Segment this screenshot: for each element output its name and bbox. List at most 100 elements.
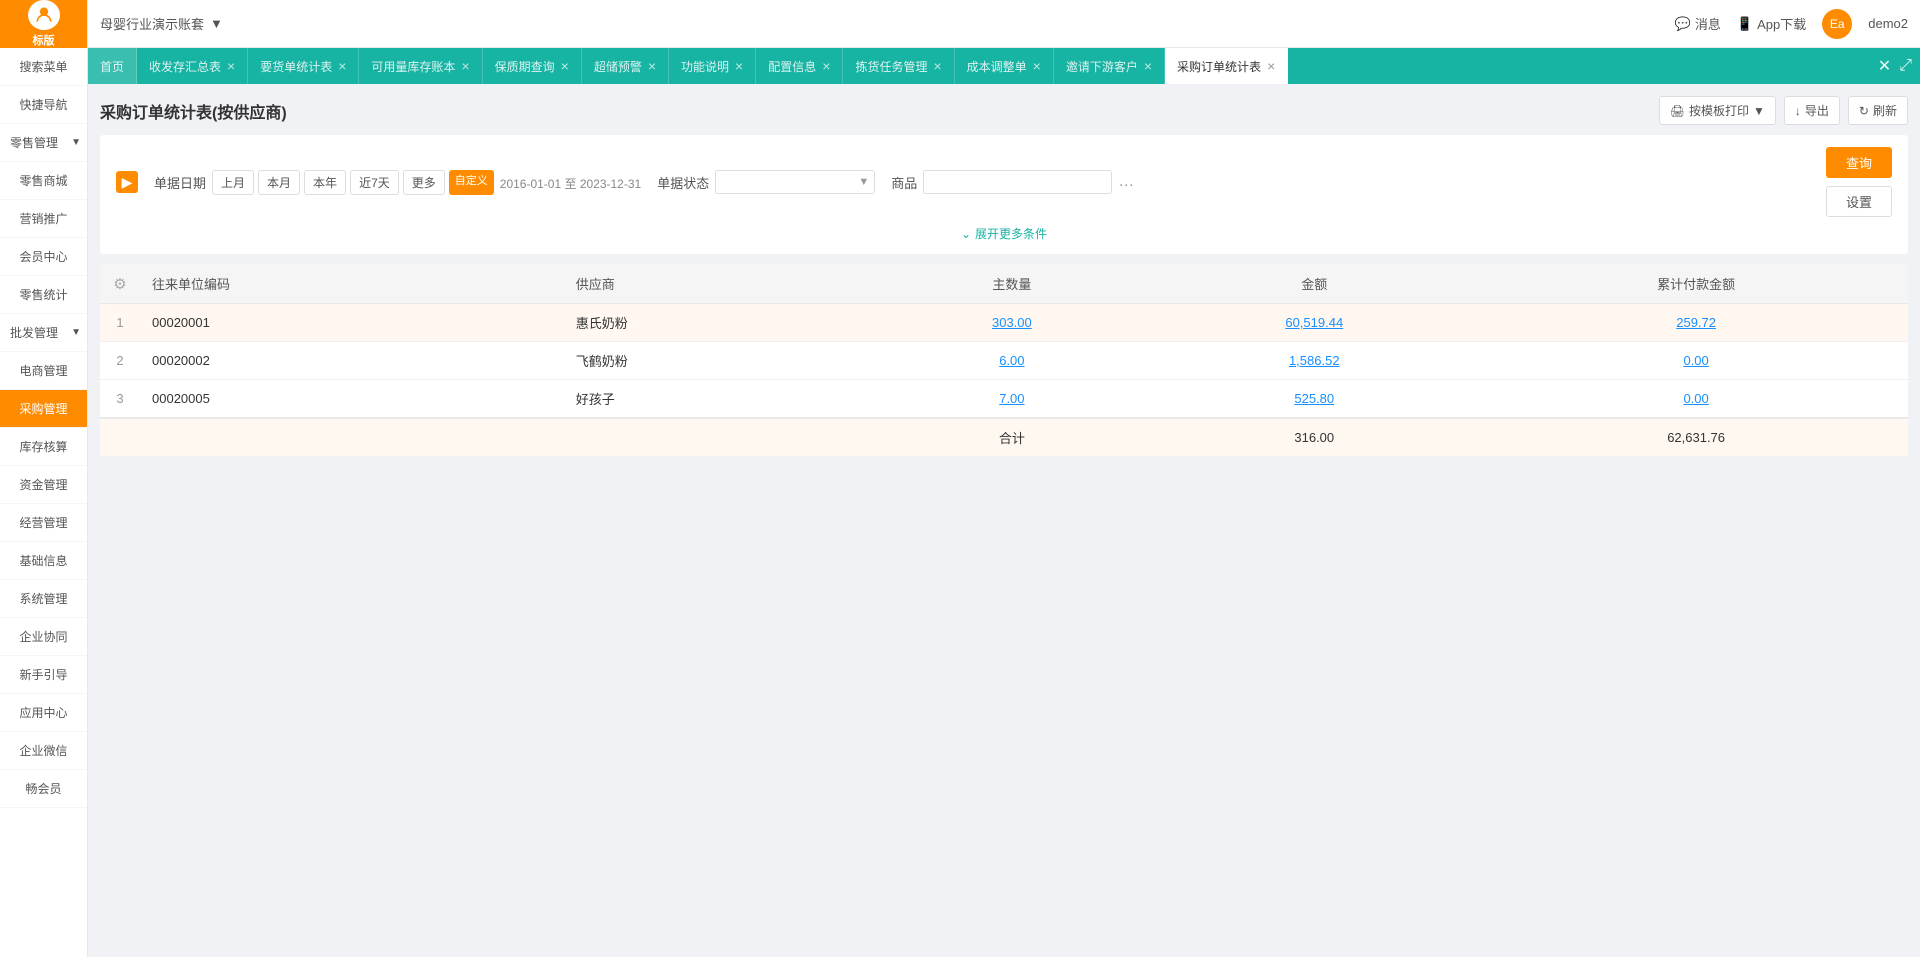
message-btn[interactable]: 💬 消息	[1675, 14, 1721, 33]
tab-8[interactable]: 拣货任务管理 ×	[843, 48, 954, 84]
filter-toggle-btn[interactable]: ▶	[116, 171, 138, 193]
sidebar-item-8[interactable]: 电商管理	[0, 352, 87, 390]
col-qty: 主数量	[879, 264, 1144, 304]
tab-1[interactable]: 收发存汇总表×	[137, 48, 248, 84]
tab-6[interactable]: 功能说明×	[669, 48, 756, 84]
sidebar-item-14[interactable]: 系统管理	[0, 580, 87, 618]
goods-label: 商品	[891, 173, 917, 192]
tab-close-4[interactable]: ×	[561, 59, 569, 73]
tab-close-10[interactable]: ×	[1144, 59, 1152, 73]
tab-label-9: 成本调整单	[967, 58, 1027, 75]
sidebar-item-label-9: 采购管理	[19, 400, 67, 417]
row-amount[interactable]: 60,519.44	[1144, 304, 1484, 342]
tab-3[interactable]: 可用量库存账本 ×	[359, 48, 482, 84]
tab-10[interactable]: 邀请下游客户×	[1054, 48, 1165, 84]
more-btn[interactable]: 更多	[403, 170, 445, 195]
print-button[interactable]: 🖨 按模板打印 ▼	[1659, 96, 1776, 125]
status-select-wrap: ▼	[715, 170, 875, 194]
last-month-btn[interactable]: 上月	[212, 170, 254, 195]
goods-input[interactable]	[923, 170, 1112, 194]
tab-4[interactable]: 保质期查询×	[483, 48, 582, 84]
tab-close-9[interactable]: ×	[1033, 59, 1041, 73]
export-label: 导出	[1805, 102, 1829, 119]
row-qty[interactable]: 6.00	[879, 342, 1144, 380]
close-tab-btn[interactable]: ✕	[1878, 56, 1891, 76]
tab-label-8: 拣货任务管理	[855, 58, 927, 75]
tab-2[interactable]: 要货单统计表×	[248, 48, 359, 84]
sidebar-item-10[interactable]: 库存核算	[0, 428, 87, 466]
data-table: ⚙ 往来单位编码 供应商 主数量 金额 累计付款金额 1 00020001 惠氏…	[100, 264, 1908, 457]
tab-close-11[interactable]: ×	[1267, 59, 1275, 73]
sidebar-item-6[interactable]: 零售统计	[0, 276, 87, 314]
sidebar-item-label-17: 应用中心	[19, 704, 67, 721]
row-paid[interactable]: 0.00	[1484, 380, 1908, 419]
page-title: 采购订单统计表(按供应商)	[100, 99, 287, 123]
row-paid[interactable]: 259.72	[1484, 304, 1908, 342]
this-month-btn[interactable]: 本月	[258, 170, 300, 195]
tab-11[interactable]: 采购订单统计表×	[1165, 48, 1288, 84]
tab-7[interactable]: 配置信息×	[756, 48, 843, 84]
data-table-wrap: ⚙ 往来单位编码 供应商 主数量 金额 累计付款金额 1 00020001 惠氏…	[100, 264, 1908, 457]
tab-close-6[interactable]: ×	[735, 59, 743, 73]
tab-0[interactable]: 首页	[88, 48, 137, 84]
tab-close-1[interactable]: ×	[227, 59, 235, 73]
tab-close-8[interactable]: ×	[933, 59, 941, 73]
status-select[interactable]	[715, 170, 875, 194]
expand-filters-btn[interactable]: ⌄ 展开更多条件	[116, 225, 1892, 242]
query-button[interactable]: 查询	[1826, 147, 1892, 178]
tab-9[interactable]: 成本调整单 ×	[955, 48, 1054, 84]
sidebar-item-16[interactable]: 新手引导	[0, 656, 87, 694]
7days-btn[interactable]: 近7天	[350, 170, 399, 195]
sidebar-item-18[interactable]: 企业微信	[0, 732, 87, 770]
sidebar-item-13[interactable]: 基础信息	[0, 542, 87, 580]
sidebar-item-9[interactable]: 采购管理	[0, 390, 87, 428]
custom-date-badge[interactable]: 自定义	[449, 170, 494, 195]
row-qty[interactable]: 7.00	[879, 380, 1144, 419]
username[interactable]: demo2	[1868, 16, 1908, 31]
sidebar-item-7[interactable]: 批发管理▼	[0, 314, 87, 352]
sidebar-item-label-10: 库存核算	[19, 438, 67, 455]
tab-close-7[interactable]: ×	[822, 59, 830, 73]
sidebar-item-label-18: 企业微信	[19, 742, 67, 759]
tab-label-3: 可用量库存账本	[371, 58, 455, 75]
sidebar-logo-text: 标版	[33, 32, 55, 48]
footer-qty: 合计	[879, 418, 1144, 457]
fullscreen-btn[interactable]: ⤢	[1899, 57, 1912, 75]
col-gear: ⚙	[100, 264, 140, 304]
sidebar-item-label-6: 零售统计	[19, 286, 67, 303]
sidebar-item-11[interactable]: 资金管理	[0, 466, 87, 504]
sidebar-item-label-14: 系统管理	[19, 590, 67, 607]
app-download-btn[interactable]: 📱 App下载	[1737, 14, 1806, 33]
tab-label-5: 超储预警	[594, 58, 642, 75]
expand-label: 展开更多条件	[975, 225, 1047, 242]
sidebar-item-17[interactable]: 应用中心	[0, 694, 87, 732]
tab-close-5[interactable]: ×	[648, 59, 656, 73]
sidebar-item-1[interactable]: 快捷导航	[0, 86, 87, 124]
export-button[interactable]: ↓ 导出	[1784, 96, 1840, 125]
row-amount[interactable]: 525.80	[1144, 380, 1484, 419]
workspace-selector[interactable]: 母婴行业演示账套 ▼	[100, 14, 1667, 33]
sidebar-item-5[interactable]: 会员中心	[0, 238, 87, 276]
sidebar-item-4[interactable]: 营销推广	[0, 200, 87, 238]
row-paid[interactable]: 0.00	[1484, 342, 1908, 380]
gear-icon[interactable]: ⚙	[113, 276, 126, 293]
row-supplier: 惠氏奶粉	[564, 304, 880, 342]
sidebar-item-15[interactable]: 企业协同	[0, 618, 87, 656]
settings-button[interactable]: 设置	[1826, 186, 1892, 217]
row-amount[interactable]: 1,586.52	[1144, 342, 1484, 380]
sidebar-item-label-11: 资金管理	[19, 476, 67, 493]
tab-close-2[interactable]: ×	[338, 59, 346, 73]
tab-close-3[interactable]: ×	[461, 59, 469, 73]
sidebar-item-12[interactable]: 经营管理	[0, 504, 87, 542]
goods-more-icon[interactable]: …	[1118, 173, 1134, 191]
tab-5[interactable]: 超储预警 ×	[582, 48, 669, 84]
filter-goods-item: 商品 …	[891, 170, 1134, 194]
sidebar-item-19[interactable]: 畅会员	[0, 770, 87, 808]
main-area: 母婴行业演示账套 ▼ 💬 消息 📱 App下载 Ea demo2 首页收发存汇总…	[88, 0, 1920, 957]
sidebar-item-2[interactable]: 零售管理▼	[0, 124, 87, 162]
refresh-button[interactable]: ↻ 刷新	[1848, 96, 1908, 125]
sidebar-item-0[interactable]: 搜索菜单	[0, 48, 87, 86]
this-year-btn[interactable]: 本年	[304, 170, 346, 195]
row-qty[interactable]: 303.00	[879, 304, 1144, 342]
sidebar-item-3[interactable]: 零售商城	[0, 162, 87, 200]
